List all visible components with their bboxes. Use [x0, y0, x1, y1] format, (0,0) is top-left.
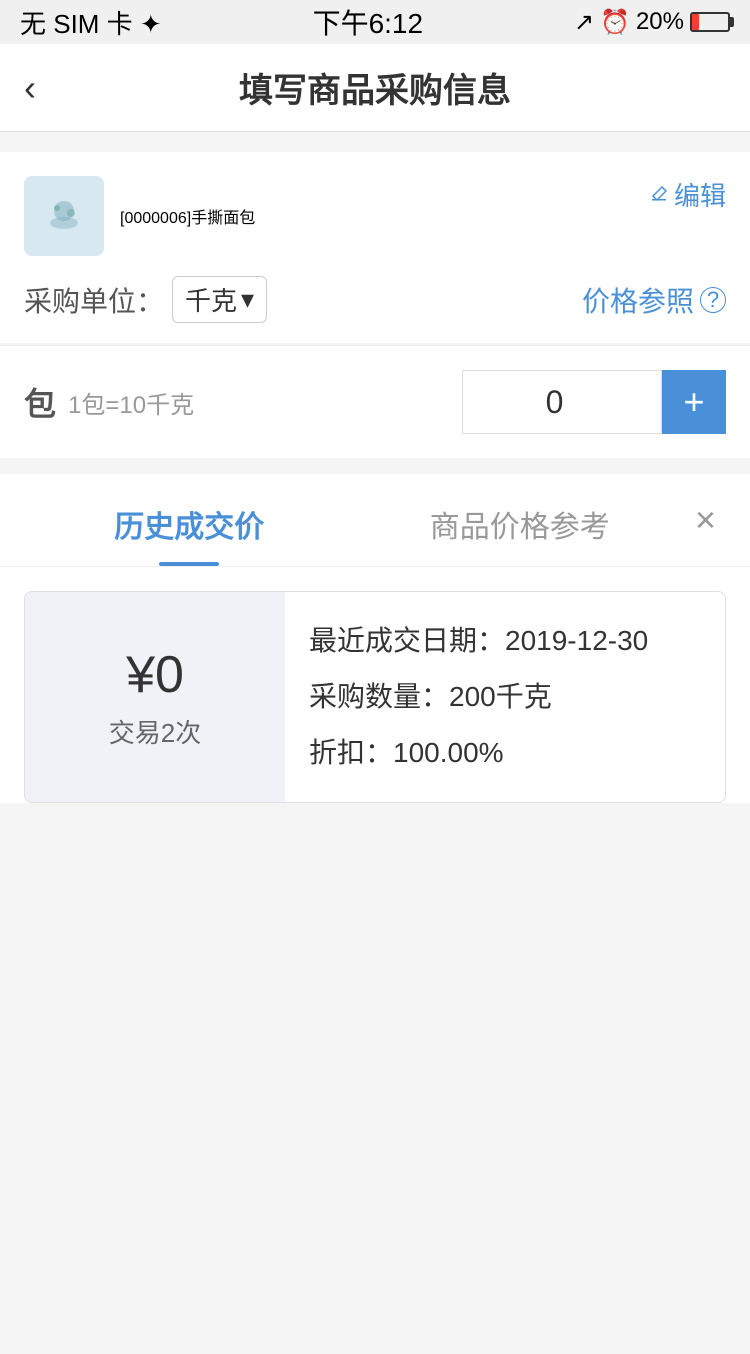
product-name: [0000006]手撕面包: [120, 204, 255, 228]
status-right: ↗ ⏰ 20%: [574, 8, 730, 37]
history-date-label: 最近成交日期：: [309, 625, 505, 656]
help-icon: ?: [700, 287, 726, 313]
purchase-unit-label: 采购单位：: [24, 280, 164, 320]
purchase-unit: 采购单位： 千克 ▾: [24, 276, 267, 323]
history-quantity: 采购数量：200千克: [309, 676, 701, 718]
product-footer: 采购单位： 千克 ▾ 价格参照 ?: [24, 276, 726, 323]
alarm-icon: ⏰: [600, 8, 630, 37]
price-ref-label: 价格参照: [582, 280, 694, 320]
location-icon: ↗: [574, 8, 594, 37]
back-button[interactable]: ‹: [24, 67, 36, 109]
panel-close-button[interactable]: ×: [685, 489, 726, 551]
history-qty-value: 200千克: [449, 681, 552, 712]
battery-fill: [692, 14, 699, 30]
unit-conversion: 1包=10千克: [68, 385, 194, 420]
no-sim-text: 无 SIM 卡 ✦: [20, 4, 162, 41]
quantity-control: +: [462, 370, 726, 434]
tab-history-price[interactable]: 历史成交价: [24, 474, 354, 566]
battery-icon: [690, 12, 730, 32]
main-content: [0000006]手撕面包 编辑 采购单位： 千克 ▾ 价格参照: [0, 152, 750, 1354]
history-date: 最近成交日期：2019-12-30: [309, 620, 701, 662]
history-date-value: 2019-12-30: [505, 625, 648, 656]
product-card: [0000006]手撕面包 编辑 采购单位： 千克 ▾ 价格参照: [0, 152, 750, 343]
product-id: [0000006]: [120, 210, 191, 227]
history-trades: 交易2次: [109, 713, 201, 750]
history-right: 最近成交日期：2019-12-30 采购数量：200千克 折扣：100.00%: [285, 592, 725, 802]
unit-info: 包 1包=10千克: [24, 379, 194, 425]
quantity-input[interactable]: [462, 370, 662, 434]
nav-bar: ‹ 填写商品采购信息: [0, 44, 750, 132]
edit-button[interactable]: 编辑: [650, 176, 726, 213]
unit-dropdown[interactable]: 千克 ▾: [172, 276, 267, 323]
history-price: ¥0: [126, 645, 184, 705]
panel-tabs: 历史成交价 商品价格参考 ×: [0, 474, 750, 567]
product-image: [24, 176, 104, 256]
history-discount-label: 折扣：: [309, 737, 393, 768]
status-time: 下午6:12: [313, 2, 424, 42]
battery-pct: 20%: [636, 8, 684, 36]
unit-icon: 包: [24, 379, 56, 425]
quantity-row: 包 1包=10千克 +: [0, 345, 750, 458]
history-card: ¥0 交易2次 最近成交日期：2019-12-30 采购数量：200千克 折扣：…: [24, 591, 726, 803]
price-ref-button[interactable]: 价格参照 ?: [582, 280, 726, 320]
history-discount: 折扣：100.00%: [309, 732, 701, 774]
product-title: 手撕面包: [191, 210, 255, 227]
status-left: 无 SIM 卡 ✦: [20, 4, 162, 41]
unit-value: 千克: [185, 281, 237, 318]
page-title: 填写商品采购信息: [239, 63, 511, 112]
history-left: ¥0 交易2次: [25, 592, 285, 802]
quantity-add-button[interactable]: +: [662, 370, 726, 434]
product-info: [0000006]手撕面包: [24, 176, 255, 256]
history-qty-label: 采购数量：: [309, 681, 449, 712]
history-discount-value: 100.00%: [393, 737, 504, 768]
price-panel: 历史成交价 商品价格参考 × ¥0 交易2次 最近成交日期：2019-12-30…: [0, 474, 750, 803]
product-header: [0000006]手撕面包 编辑: [24, 176, 726, 256]
dropdown-arrow-icon: ▾: [241, 284, 254, 315]
tab-product-price-ref[interactable]: 商品价格参考: [354, 474, 684, 566]
status-bar: 无 SIM 卡 ✦ 下午6:12 ↗ ⏰ 20%: [0, 0, 750, 44]
